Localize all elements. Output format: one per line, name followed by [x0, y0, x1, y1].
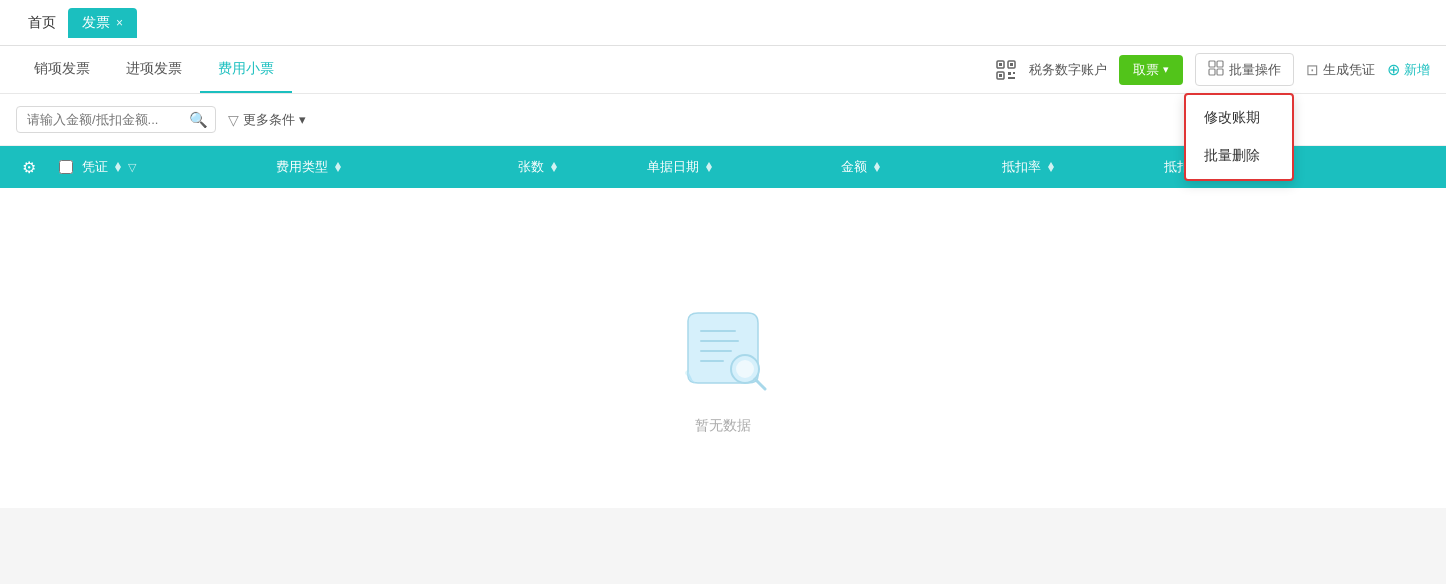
svg-marker-15 — [335, 162, 341, 167]
batch-op-dropdown: 修改账期 批量删除 — [1184, 93, 1294, 181]
voucher-sort-icon — [111, 160, 125, 174]
th-voucher[interactable]: 凭证 ▽ — [82, 158, 276, 176]
batch-icon — [1208, 60, 1224, 76]
search-input[interactable] — [16, 106, 216, 133]
svg-marker-21 — [874, 162, 880, 167]
sub-tabs-bar: 销项发票 进项发票 费用小票 税务数字账户 — [0, 46, 1446, 94]
amount-sort-icon — [870, 160, 884, 174]
tab-actions: 税务数字账户 取票 ▾ 批量操作 修改账期 — [995, 53, 1430, 86]
expense-type-sort-icon — [331, 160, 345, 174]
select-all-checkbox[interactable] — [59, 160, 73, 174]
more-conditions-button[interactable]: ▽ 更多条件 ▾ — [228, 111, 306, 129]
batch-op-icon — [1208, 60, 1224, 79]
tab-input[interactable]: 进项发票 — [108, 46, 200, 93]
svg-line-34 — [755, 379, 765, 389]
empty-state: 暂无数据 — [0, 188, 1446, 508]
svg-marker-17 — [551, 162, 557, 167]
svg-marker-23 — [1048, 162, 1054, 167]
th-amount[interactable]: 金额 — [841, 158, 1002, 176]
th-count[interactable]: 张数 — [518, 158, 647, 176]
qr-icon — [995, 59, 1017, 81]
gen-voucher-button[interactable]: ⊡ 生成凭证 — [1306, 61, 1375, 79]
empty-text: 暂无数据 — [695, 417, 751, 435]
svg-rect-3 — [1010, 63, 1013, 66]
svg-rect-8 — [1008, 77, 1015, 79]
tab-sales[interactable]: 销项发票 — [16, 46, 108, 93]
table-settings-icon[interactable]: ⚙ — [8, 158, 50, 177]
th-date[interactable]: 单据日期 — [647, 158, 841, 176]
add-button[interactable]: ⊕ 新增 — [1387, 60, 1430, 79]
svg-point-33 — [736, 360, 754, 378]
svg-marker-22 — [874, 167, 880, 172]
more-conditions-arrow: ▾ — [299, 112, 306, 127]
svg-rect-5 — [999, 74, 1002, 77]
filter-icon: ▽ — [228, 112, 239, 128]
table-content: 暂无数据 — [0, 188, 1446, 508]
svg-marker-24 — [1048, 167, 1054, 172]
svg-rect-11 — [1209, 69, 1215, 75]
top-nav: 首页 发票 × — [0, 0, 1446, 46]
table-select-all[interactable] — [50, 160, 82, 174]
empty-illustration — [663, 301, 783, 401]
th-expense-type[interactable]: 费用类型 — [276, 158, 518, 176]
invoice-tab-label: 发票 — [82, 14, 110, 32]
svg-marker-16 — [335, 167, 341, 172]
add-icon: ⊕ — [1387, 60, 1400, 79]
svg-marker-19 — [706, 162, 712, 167]
svg-rect-9 — [1209, 61, 1215, 67]
search-icon[interactable]: 🔍 — [189, 111, 208, 129]
svg-rect-10 — [1217, 61, 1223, 67]
modify-period-item[interactable]: 修改账期 — [1186, 99, 1292, 137]
svg-rect-1 — [999, 63, 1002, 66]
svg-rect-6 — [1008, 72, 1011, 75]
take-invoice-button[interactable]: 取票 ▾ — [1119, 55, 1183, 85]
take-invoice-arrow: ▾ — [1163, 63, 1169, 76]
tab-expense[interactable]: 费用小票 — [200, 46, 292, 93]
qr-icon-button[interactable] — [995, 59, 1017, 81]
tax-account-button[interactable]: 税务数字账户 — [1029, 61, 1107, 79]
home-tab[interactable]: 首页 — [16, 14, 68, 32]
invoice-tab[interactable]: 发票 × — [68, 8, 137, 38]
batch-op-container: 批量操作 修改账期 批量删除 — [1195, 53, 1294, 86]
voucher-filter-icon: ▽ — [128, 161, 136, 174]
search-wrap: 🔍 — [16, 106, 216, 133]
date-sort-icon — [702, 160, 716, 174]
svg-marker-18 — [551, 167, 557, 172]
deduction-rate-sort-icon — [1044, 160, 1058, 174]
count-sort-icon — [547, 160, 561, 174]
invoice-tab-close[interactable]: × — [116, 16, 123, 30]
svg-rect-12 — [1217, 69, 1223, 75]
batch-delete-item[interactable]: 批量删除 — [1186, 137, 1292, 175]
svg-marker-14 — [115, 167, 121, 172]
gen-voucher-icon: ⊡ — [1306, 61, 1319, 79]
svg-rect-7 — [1013, 72, 1015, 74]
svg-marker-13 — [115, 162, 121, 167]
sub-tabs: 销项发票 进项发票 费用小票 — [16, 46, 292, 93]
batch-op-button[interactable]: 批量操作 — [1195, 53, 1294, 86]
th-deduction-rate[interactable]: 抵扣率 — [1002, 158, 1163, 176]
svg-marker-20 — [706, 167, 712, 172]
